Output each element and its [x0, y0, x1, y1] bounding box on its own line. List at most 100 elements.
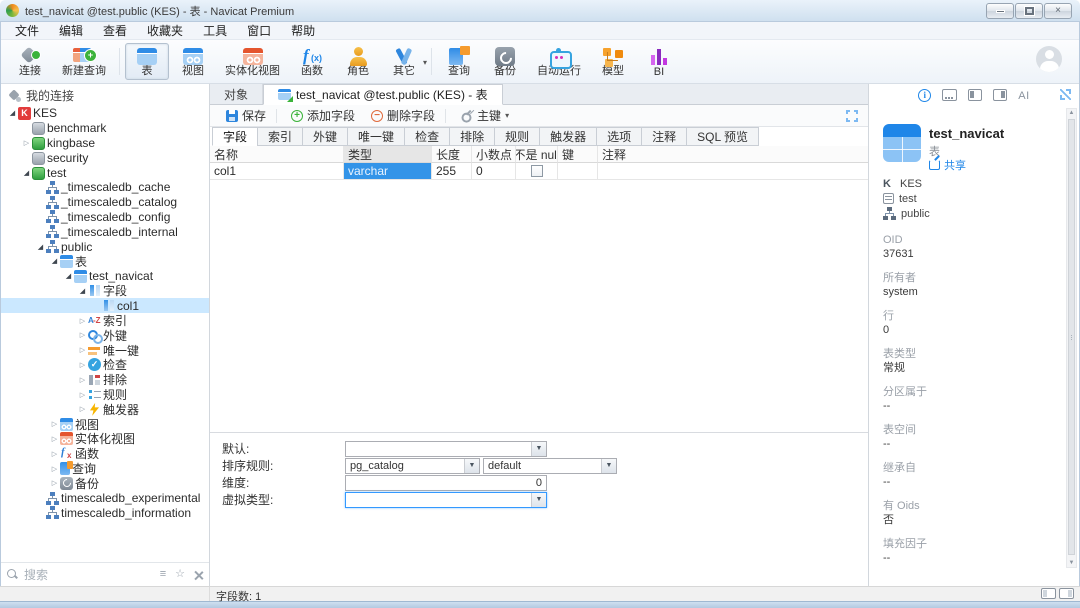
ai-icon[interactable] — [1018, 88, 1029, 102]
layout-left-icon[interactable] — [968, 89, 983, 101]
tree-item[interactable]: ◢ public — [1, 239, 209, 254]
delete-field-button[interactable]: − 删除字段 — [367, 107, 435, 124]
tree-item[interactable]: ◢ KES — [1, 106, 209, 121]
cell-decimals[interactable]: 0 — [472, 163, 516, 180]
tree-item[interactable]: security — [1, 150, 209, 165]
expand-arrow-icon[interactable]: ▷ — [49, 465, 60, 473]
tree-item[interactable]: ▷ 触发器 — [1, 402, 209, 417]
cell-name[interactable]: col1 — [210, 163, 344, 180]
menu-item[interactable]: 收藏夹 — [137, 22, 193, 39]
column-header[interactable]: 名称 — [210, 146, 344, 163]
tree-item[interactable]: _timescaledb_config — [1, 210, 209, 225]
tree-item[interactable]: _timescaledb_internal — [1, 224, 209, 239]
tree-item[interactable]: ▷ 规则 — [1, 387, 209, 402]
subtab-1[interactable]: 字段 — [212, 127, 259, 146]
tree-item[interactable]: ▷ 查询 — [1, 461, 209, 476]
table-row[interactable]: col1 varchar 255 0 — [210, 163, 868, 180]
column-header[interactable]: 键 — [558, 146, 598, 163]
horizontal-splitter[interactable] — [210, 432, 868, 433]
column-header[interactable]: 注释 — [598, 146, 868, 163]
toggle-left-panel-icon[interactable] — [1041, 588, 1056, 599]
tree-item[interactable]: ▷ 实体化视图 — [1, 432, 209, 446]
column-header[interactable]: 小数点 — [472, 146, 516, 163]
add-field-button[interactable]: + 添加字段 — [287, 107, 355, 124]
expand-arrow-icon[interactable]: ▷ — [49, 479, 60, 487]
tree-item[interactable]: _timescaledb_catalog — [1, 195, 209, 210]
collapse-arrow-icon[interactable]: ◢ — [49, 257, 60, 265]
layout-right-icon[interactable] — [993, 89, 1008, 101]
cell-type[interactable]: varchar — [344, 163, 432, 180]
collation-schema-select[interactable]: pg_catalog ▼ — [345, 457, 480, 474]
subtab-7[interactable]: 规则 — [494, 127, 541, 146]
menu-item[interactable]: 文件 — [5, 22, 49, 39]
tree-item[interactable]: ▷索引 — [1, 313, 209, 328]
cell-comment[interactable] — [598, 163, 868, 180]
subtab-11[interactable]: SQL 预览 — [686, 127, 760, 146]
expand-arrow-icon[interactable]: ▷ — [77, 361, 88, 369]
column-header[interactable]: 类型 — [344, 146, 432, 163]
expand-arrow-icon[interactable]: ▷ — [77, 317, 88, 325]
tree-item[interactable]: ▷ 外键 — [1, 328, 209, 344]
not-null-checkbox[interactable] — [530, 165, 543, 177]
user-avatar[interactable] — [1036, 46, 1062, 72]
toolbar-model-button[interactable]: 模型 — [591, 43, 635, 80]
default-select[interactable]: ▼ — [345, 440, 547, 457]
tab-table-designer[interactable]: test_navicat @test.public (KES) - 表 — [263, 84, 503, 105]
close-icon[interactable]: × — [1044, 3, 1072, 19]
tree-item[interactable]: ◢ test — [1, 165, 209, 180]
tree-item[interactable]: benchmark — [1, 121, 209, 136]
toolbar-role-button[interactable]: 角色 — [336, 43, 380, 80]
tree-item[interactable]: timescaledb_experimental — [1, 491, 209, 506]
dimension-input[interactable]: 0 — [345, 474, 547, 491]
collapse-arrow-icon[interactable]: ◢ — [77, 287, 88, 295]
subtab-4[interactable]: 唯一键 — [347, 127, 406, 146]
favorite-icon[interactable]: ☆ — [175, 569, 185, 580]
toolbar-backup-button[interactable]: 备份 — [483, 43, 527, 80]
column-header[interactable]: 不是 null — [516, 146, 558, 163]
toolbar-table-button[interactable]: 表 — [125, 43, 169, 80]
tree-item[interactable]: ◢ test_navicat — [1, 269, 209, 284]
collapse-arrow-icon[interactable]: ◢ — [7, 109, 18, 117]
expand-arrow-icon[interactable]: ▷ — [49, 435, 60, 443]
subtab-9[interactable]: 选项 — [596, 127, 643, 146]
collation-select[interactable]: default ▼ — [483, 457, 617, 474]
toolbar-connect-button[interactable]: 连接 — [8, 43, 52, 80]
menu-item[interactable]: 窗口 — [237, 22, 281, 39]
collapse-arrow-icon[interactable]: ◢ — [63, 272, 74, 280]
toolbar-function-button[interactable]: 函数 — [290, 43, 334, 80]
fullscreen-icon[interactable] — [846, 110, 858, 122]
tree-item[interactable]: ▷检查 — [1, 358, 209, 372]
toolbar-query-button[interactable]: 查询 — [437, 43, 481, 80]
toolbar-others-button[interactable]: ▾ 其它 — [382, 43, 427, 80]
expand-arrow-icon[interactable]: ▷ — [49, 420, 60, 428]
toggle-right-panel-icon[interactable] — [1059, 588, 1074, 599]
expand-arrow-icon[interactable]: ▷ — [21, 139, 32, 147]
toolbar-newquery-button[interactable]: 新建查询 — [54, 43, 114, 80]
virtual-type-select[interactable]: ▼ — [345, 491, 547, 508]
expand-arrow-icon[interactable]: ▷ — [77, 346, 88, 354]
card-icon[interactable] — [942, 89, 958, 101]
subtab-5[interactable]: 检查 — [404, 127, 451, 146]
scroll-up-icon[interactable]: ▲ — [1067, 110, 1076, 116]
save-button[interactable]: 保存 — [222, 107, 266, 124]
expand-arrow-icon[interactable]: ▷ — [77, 405, 88, 413]
collapse-arrow-icon[interactable]: ◢ — [21, 169, 32, 177]
collapse-arrow-icon[interactable]: ◢ — [35, 243, 46, 251]
column-header[interactable]: 长度 — [432, 146, 472, 163]
tree-item[interactable]: ▷ 唯一键 — [1, 343, 209, 358]
tree-item[interactable]: ▷ 视图 — [1, 417, 209, 432]
search-input[interactable] — [22, 566, 151, 583]
tree-item[interactable]: ▷函数 — [1, 446, 209, 461]
cell-key[interactable] — [558, 163, 598, 180]
tree-item[interactable]: ▷ 排除 — [1, 372, 209, 387]
expand-panel-icon[interactable] — [1060, 89, 1071, 100]
subtab-10[interactable]: 注释 — [641, 127, 688, 146]
menu-item[interactable]: 查看 — [93, 22, 137, 39]
cell-length[interactable]: 255 — [432, 163, 472, 180]
primary-key-button[interactable]: 主键 ▾ — [456, 107, 509, 124]
tree-item[interactable]: _timescaledb_cache — [1, 180, 209, 195]
scroll-down-icon[interactable]: ▼ — [1067, 560, 1076, 566]
toolbar-view-button[interactable]: 视图 — [171, 43, 215, 80]
minimize-icon[interactable] — [986, 3, 1014, 19]
toolbar-bi-button[interactable]: BI — [637, 43, 681, 80]
